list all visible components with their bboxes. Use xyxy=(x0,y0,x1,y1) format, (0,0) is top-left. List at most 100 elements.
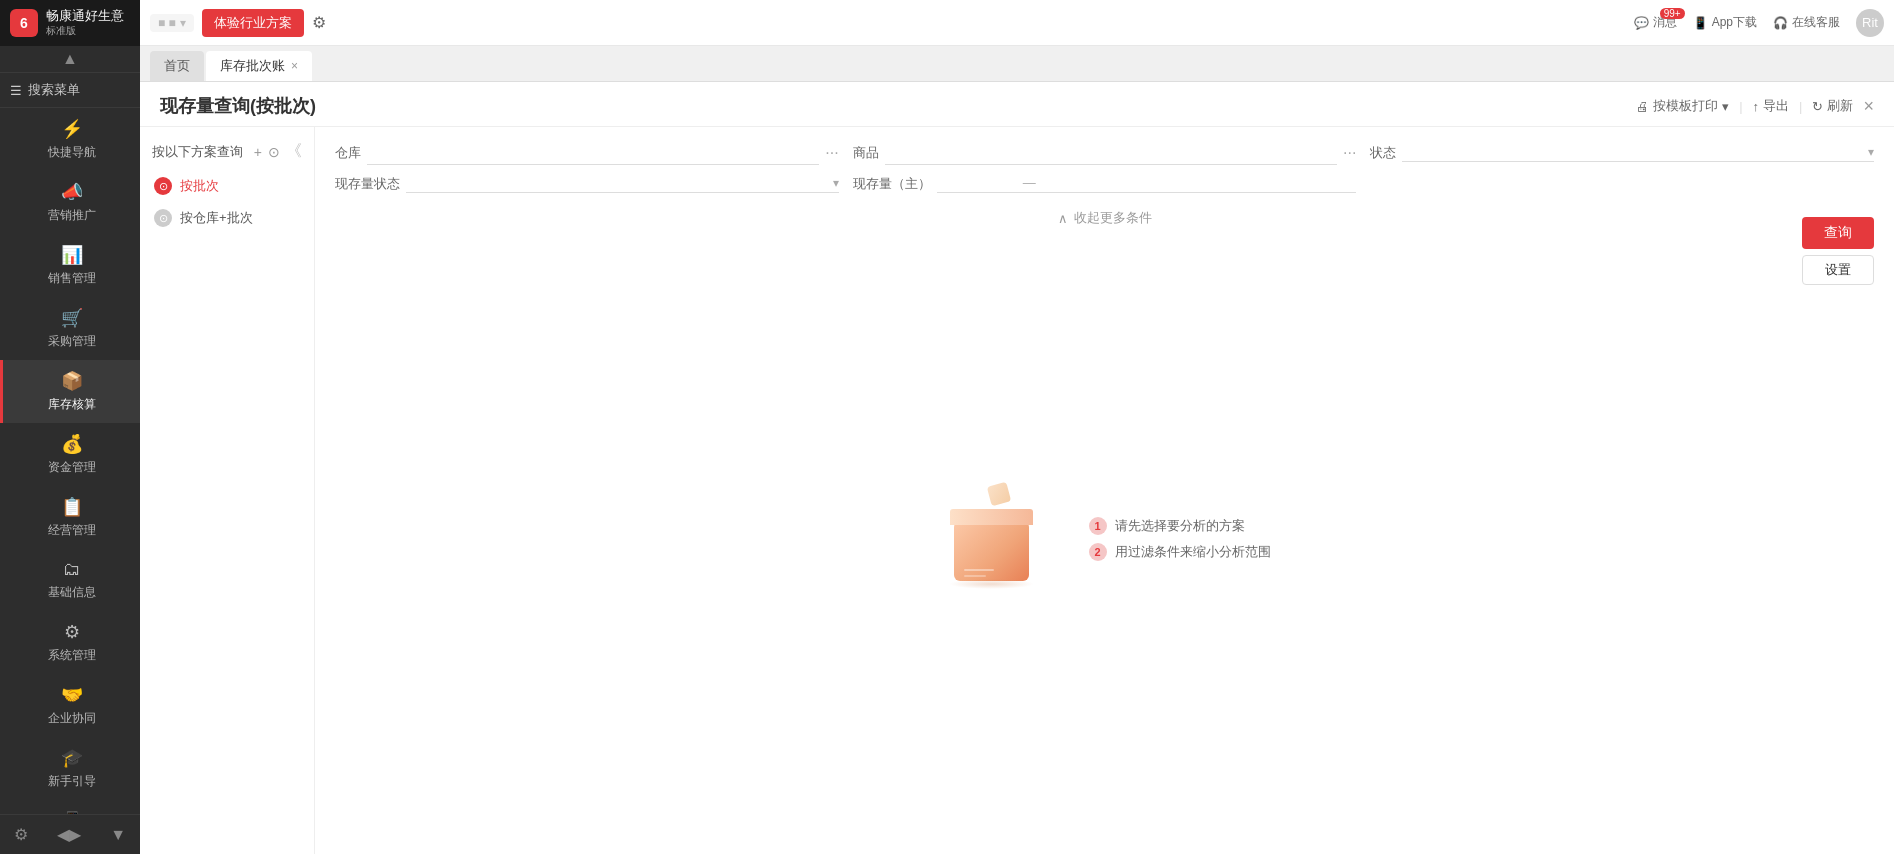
inventory-qty-from[interactable] xyxy=(937,175,1017,190)
newbie-icon: 🎓 xyxy=(61,747,83,769)
divider2: | xyxy=(1799,99,1802,114)
plan-settings-button[interactable]: ⊙ xyxy=(268,144,280,160)
panel-collapse-button[interactable]: 《 xyxy=(286,141,302,162)
plan-item-by-warehouse-batch[interactable]: ⊙ 按仓库+批次 xyxy=(140,202,314,234)
enterprise-icon: 🤝 xyxy=(61,684,83,706)
sales-icon: 📊 xyxy=(61,244,83,266)
headset-icon: 🎧 xyxy=(1773,16,1788,30)
sidebar-collapse-btn[interactable]: ◀▶ xyxy=(57,825,81,844)
add-plan-button[interactable]: + xyxy=(254,144,262,160)
status-dropdown[interactable]: ▾ xyxy=(1402,145,1874,162)
sidebar: 6 畅康通好生意 标准版 ▲ ☰ 搜索菜单 ⚡ 快捷导航 📣 营销推广 📊 销售… xyxy=(0,0,140,854)
divider1: | xyxy=(1739,99,1742,114)
online-service-button[interactable]: 🎧 在线客服 xyxy=(1773,14,1840,31)
print-icon: 🖨 xyxy=(1636,99,1649,114)
inventory-qty-filter: 现存量（主） — xyxy=(853,175,1357,193)
app-version: 标准版 xyxy=(46,24,124,38)
inventory-status-label: 现存量状态 xyxy=(335,175,400,193)
app-download-button[interactable]: 📱 App下载 xyxy=(1693,14,1757,31)
plan-label-by-batch: 按批次 xyxy=(180,177,219,195)
left-panel-title: 按以下方案查询 xyxy=(152,143,243,161)
app-download-icon: 📱 xyxy=(1693,16,1708,30)
export-button[interactable]: ↑ 导出 xyxy=(1753,97,1790,115)
breadcrumb-text: ■ ■ xyxy=(158,16,176,30)
inventory-qty-to[interactable] xyxy=(1042,175,1122,190)
experience-industry-button[interactable]: 体验行业方案 xyxy=(202,9,304,37)
filter-row-1: 仓库 ··· 商品 ··· 状态 ▾ xyxy=(335,141,1874,165)
inventory-status-filter: 现存量状态 ▾ xyxy=(335,175,839,193)
sidebar-item-label: 资金管理 xyxy=(48,459,96,476)
sidebar-item-label: 企业协同 xyxy=(48,710,96,727)
tip1-text: 请先选择要分析的方案 xyxy=(1115,517,1245,535)
sidebar-scroll-up[interactable]: ▲ xyxy=(62,50,78,68)
empty-tips: 1 请先选择要分析的方案 2 用过滤条件来缩小分析范围 xyxy=(1089,517,1271,561)
messages-badge: 99+ xyxy=(1660,8,1685,19)
basic-info-icon: 🗂 xyxy=(63,559,81,580)
app-download-label: App下载 xyxy=(1712,14,1757,31)
sidebar-item-label: 基础信息 xyxy=(48,584,96,601)
topbar-settings-icon[interactable]: ⚙ xyxy=(312,13,326,32)
warehouse-label: 仓库 xyxy=(335,144,361,162)
left-plan-panel: 按以下方案查询 + ⊙ 《 ⊙ 按批次 ⊙ 按仓库+批次 xyxy=(140,127,315,854)
quick-nav-icon: ⚡ xyxy=(61,118,83,140)
main-area: ■ ■ ▾ 体验行业方案 ⚙ 💬 消息 99+ 📱 App下载 🎧 在线客服 R… xyxy=(140,0,1894,854)
refresh-button[interactable]: ↻ 刷新 xyxy=(1812,97,1853,115)
sidebar-item-enterprise[interactable]: 🤝 企业协同 xyxy=(0,674,140,737)
sidebar-item-marketing[interactable]: 📣 营销推广 xyxy=(0,171,140,234)
tab-inventory-batch-label: 库存批次账 xyxy=(220,57,285,75)
query-button[interactable]: 查询 xyxy=(1802,217,1874,249)
filter-row-2: 现存量状态 ▾ 现存量（主） — xyxy=(335,175,1874,193)
page-title: 现存量查询(按批次) xyxy=(160,94,316,118)
sidebar-item-inventory[interactable]: 📦 库存核算 xyxy=(0,360,140,423)
system-icon: ⚙ xyxy=(64,621,80,643)
sidebar-item-operations[interactable]: 📋 经营管理 xyxy=(0,486,140,549)
sidebar-item-newbie[interactable]: 🎓 新手引导 xyxy=(0,737,140,800)
tip2-text: 用过滤条件来缩小分析范围 xyxy=(1115,543,1271,561)
warehouse-input[interactable] xyxy=(367,141,819,165)
settings-button[interactable]: 设置 xyxy=(1802,255,1874,285)
tab-close-button[interactable]: × xyxy=(291,59,298,73)
user-avatar[interactable]: Rit xyxy=(1856,9,1884,37)
sidebar-search-area: ☰ 搜索菜单 xyxy=(0,73,140,108)
tab-home[interactable]: 首页 xyxy=(150,51,204,81)
sidebar-item-quick-nav[interactable]: ⚡ 快捷导航 xyxy=(0,108,140,171)
tabbar: 首页 库存批次账 × xyxy=(140,46,1894,82)
search-menu-button[interactable]: ☰ 搜索菜单 xyxy=(10,81,130,99)
collapse-more-button[interactable]: ∧ 收起更多条件 xyxy=(1058,209,1152,227)
sidebar-item-sales[interactable]: 📊 销售管理 xyxy=(0,234,140,297)
product-input[interactable] xyxy=(885,141,1337,165)
product-label: 商品 xyxy=(853,144,879,162)
sidebar-item-label: 库存核算 xyxy=(48,396,96,413)
tab-inventory-batch[interactable]: 库存批次账 × xyxy=(206,51,312,81)
sidebar-item-basic-info[interactable]: 🗂 基础信息 xyxy=(0,549,140,611)
box-stripe1 xyxy=(964,569,994,571)
status-filter: 状态 ▾ xyxy=(1370,144,1874,162)
collapse-actions: ∧ 收起更多条件 xyxy=(335,209,1874,227)
print-button[interactable]: 🖨 按模板打印 ▾ xyxy=(1636,97,1729,115)
plan-label-by-warehouse-batch: 按仓库+批次 xyxy=(180,209,253,227)
plan-icon-batch: ⊙ xyxy=(154,177,172,195)
inventory-status-dropdown[interactable]: ▾ xyxy=(406,176,839,193)
sidebar-item-purchase[interactable]: 🛒 采购管理 xyxy=(0,297,140,360)
sidebar-item-label: 销售管理 xyxy=(48,270,96,287)
app-title: 畅康通好生意 xyxy=(46,8,124,25)
refresh-label: 刷新 xyxy=(1827,97,1853,115)
sidebar-settings-btn[interactable]: ⚙ xyxy=(14,825,28,844)
refresh-icon: ↻ xyxy=(1812,99,1823,114)
sidebar-item-label: 新手引导 xyxy=(48,773,96,790)
tip1-number: 1 xyxy=(1089,517,1107,535)
warehouse-more-button[interactable]: ··· xyxy=(825,144,838,162)
plan-item-by-batch[interactable]: ⊙ 按批次 xyxy=(140,170,314,202)
sidebar-scroll-down[interactable]: ▼ xyxy=(110,826,126,844)
product-more-button[interactable]: ··· xyxy=(1343,144,1356,162)
empty-tip-1: 1 请先选择要分析的方案 xyxy=(1089,517,1271,535)
close-panel-button[interactable]: × xyxy=(1863,96,1874,117)
sidebar-item-system[interactable]: ⚙ 系统管理 xyxy=(0,611,140,674)
box-stripe2 xyxy=(964,575,986,577)
operations-icon: 📋 xyxy=(61,496,83,518)
range-separator: — xyxy=(1023,175,1036,190)
messages-button[interactable]: 💬 消息 99+ xyxy=(1634,14,1677,31)
sidebar-item-app-center[interactable]: 📱 应用中心 xyxy=(0,800,140,814)
sidebar-item-finance[interactable]: 💰 资金管理 xyxy=(0,423,140,486)
message-icon: 💬 xyxy=(1634,16,1649,30)
